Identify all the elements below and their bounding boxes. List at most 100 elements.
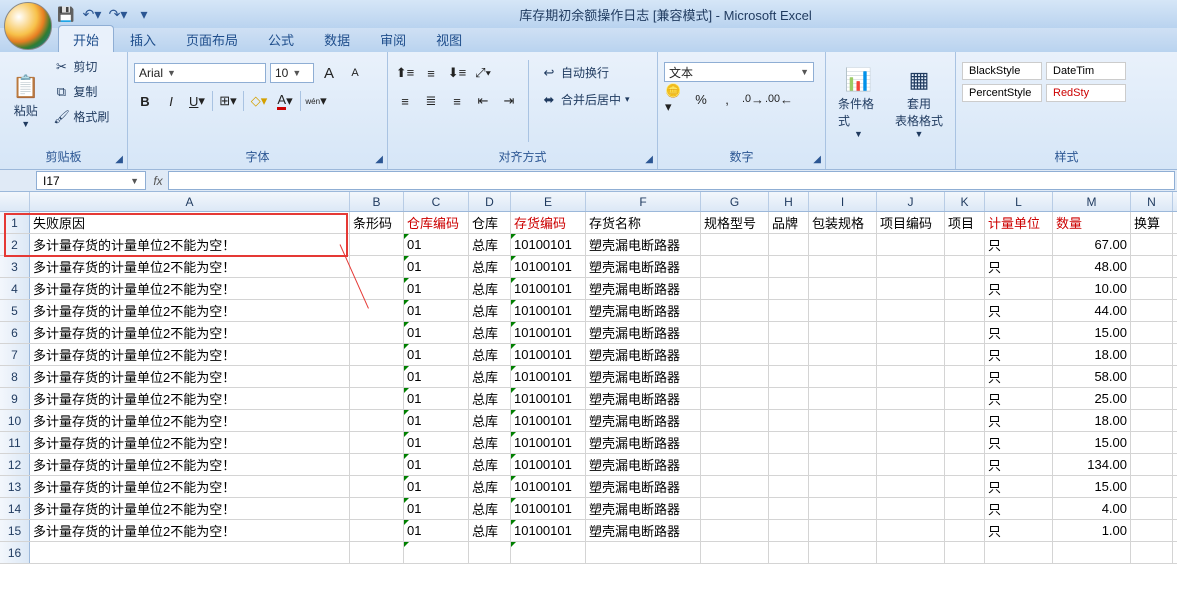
align-left-button[interactable]: ≡ [394, 90, 416, 112]
alignment-launcher[interactable]: ◢ [645, 154, 653, 165]
cell[interactable]: 01 [404, 498, 469, 519]
bold-button[interactable]: B [134, 90, 156, 112]
align-bottom-button[interactable]: ⬇≡ [446, 62, 468, 84]
cell[interactable]: 塑壳漏电断路器 [586, 344, 701, 365]
cell[interactable] [809, 542, 877, 563]
cell[interactable] [945, 520, 985, 541]
clipboard-launcher[interactable]: ◢ [115, 154, 123, 165]
cell[interactable]: 项目 [945, 212, 985, 233]
cell[interactable]: 01 [404, 520, 469, 541]
row-header-12[interactable]: 12 [0, 454, 30, 475]
cell[interactable] [1131, 520, 1173, 541]
cell[interactable]: 134.00 [1053, 454, 1131, 475]
cell[interactable]: 失败原因 [30, 212, 350, 233]
col-header-j[interactable]: J [877, 192, 945, 211]
tab-数据[interactable]: 数据 [310, 26, 364, 52]
cell[interactable]: 01 [404, 454, 469, 475]
number-format-combo[interactable]: 文本▼ [664, 62, 814, 82]
font-launcher[interactable]: ◢ [375, 154, 383, 165]
cell[interactable] [985, 542, 1053, 563]
cell[interactable]: 48.00 [1053, 256, 1131, 277]
cell[interactable] [809, 476, 877, 497]
cell-style-BlackStyle[interactable]: BlackStyle [962, 62, 1042, 80]
cell[interactable]: 只 [985, 344, 1053, 365]
cell[interactable] [769, 476, 809, 497]
row-header-7[interactable]: 7 [0, 344, 30, 365]
cell[interactable]: 01 [404, 476, 469, 497]
col-header-m[interactable]: M [1053, 192, 1131, 211]
cell[interactable] [701, 234, 769, 255]
cell[interactable]: 总库 [469, 278, 511, 299]
italic-button[interactable]: I [160, 90, 182, 112]
cell[interactable]: 15.00 [1053, 432, 1131, 453]
cell[interactable]: 多计量存货的计量单位2不能为空！ [30, 322, 350, 343]
cell[interactable] [809, 432, 877, 453]
decrease-indent-button[interactable]: ⇤ [472, 90, 494, 112]
cell[interactable]: 只 [985, 498, 1053, 519]
row-header-9[interactable]: 9 [0, 388, 30, 409]
cell[interactable]: 只 [985, 520, 1053, 541]
col-header-b[interactable]: B [350, 192, 404, 211]
col-header-a[interactable]: A [30, 192, 350, 211]
cell[interactable] [769, 366, 809, 387]
cell[interactable] [701, 432, 769, 453]
cell[interactable] [350, 410, 404, 431]
cell[interactable] [945, 234, 985, 255]
cell[interactable]: 10100101 [511, 256, 586, 277]
cell[interactable]: 塑壳漏电断路器 [586, 498, 701, 519]
cell[interactable] [809, 344, 877, 365]
cell[interactable] [404, 542, 469, 563]
cell[interactable]: 18.00 [1053, 410, 1131, 431]
cell[interactable] [877, 542, 945, 563]
cell[interactable]: 塑壳漏电断路器 [586, 278, 701, 299]
cell[interactable]: 总库 [469, 234, 511, 255]
row-header-15[interactable]: 15 [0, 520, 30, 541]
cell[interactable]: 总库 [469, 476, 511, 497]
cell[interactable]: 01 [404, 256, 469, 277]
tab-插入[interactable]: 插入 [116, 26, 170, 52]
cell[interactable]: 塑壳漏电断路器 [586, 388, 701, 409]
redo-button[interactable]: ↷▾ [108, 4, 128, 24]
fx-button[interactable]: fx [148, 171, 168, 191]
save-button[interactable]: 💾 [56, 4, 76, 24]
cell[interactable]: 塑壳漏电断路器 [586, 410, 701, 431]
align-center-button[interactable]: ≣ [420, 90, 442, 112]
cell[interactable] [877, 410, 945, 431]
cell[interactable] [809, 410, 877, 431]
cell[interactable] [1131, 344, 1173, 365]
cell[interactable] [1131, 476, 1173, 497]
cell[interactable] [469, 542, 511, 563]
cell[interactable]: 58.00 [1053, 366, 1131, 387]
cell[interactable] [1131, 498, 1173, 519]
cell[interactable] [350, 322, 404, 343]
cell[interactable] [350, 300, 404, 321]
cell[interactable]: 10100101 [511, 322, 586, 343]
cell[interactable]: 塑壳漏电断路器 [586, 300, 701, 321]
cell[interactable]: 多计量存货的计量单位2不能为空！ [30, 520, 350, 541]
cell[interactable]: 多计量存货的计量单位2不能为空！ [30, 344, 350, 365]
office-button[interactable] [4, 2, 52, 50]
cell[interactable]: 存货名称 [586, 212, 701, 233]
tab-审阅[interactable]: 审阅 [366, 26, 420, 52]
accounting-button[interactable]: 🪙▾ [664, 88, 686, 110]
col-header-c[interactable]: C [404, 192, 469, 211]
cell[interactable]: 01 [404, 344, 469, 365]
cell[interactable] [769, 278, 809, 299]
cell[interactable]: 多计量存货的计量单位2不能为空！ [30, 454, 350, 475]
cell[interactable]: 1.00 [1053, 520, 1131, 541]
cell[interactable]: 25.00 [1053, 388, 1131, 409]
cell[interactable] [809, 520, 877, 541]
cell[interactable] [701, 344, 769, 365]
cell[interactable] [769, 256, 809, 277]
cell[interactable] [350, 234, 404, 255]
cell[interactable]: 多计量存货的计量单位2不能为空！ [30, 476, 350, 497]
row-header-10[interactable]: 10 [0, 410, 30, 431]
percent-button[interactable]: % [690, 88, 712, 110]
cell[interactable] [701, 388, 769, 409]
paste-button[interactable]: 📋 粘贴 ▼ [6, 56, 45, 146]
cell[interactable] [30, 542, 350, 563]
cell[interactable]: 多计量存货的计量单位2不能为空！ [30, 498, 350, 519]
cell[interactable]: 塑壳漏电断路器 [586, 256, 701, 277]
cell[interactable] [769, 344, 809, 365]
cell[interactable] [809, 256, 877, 277]
